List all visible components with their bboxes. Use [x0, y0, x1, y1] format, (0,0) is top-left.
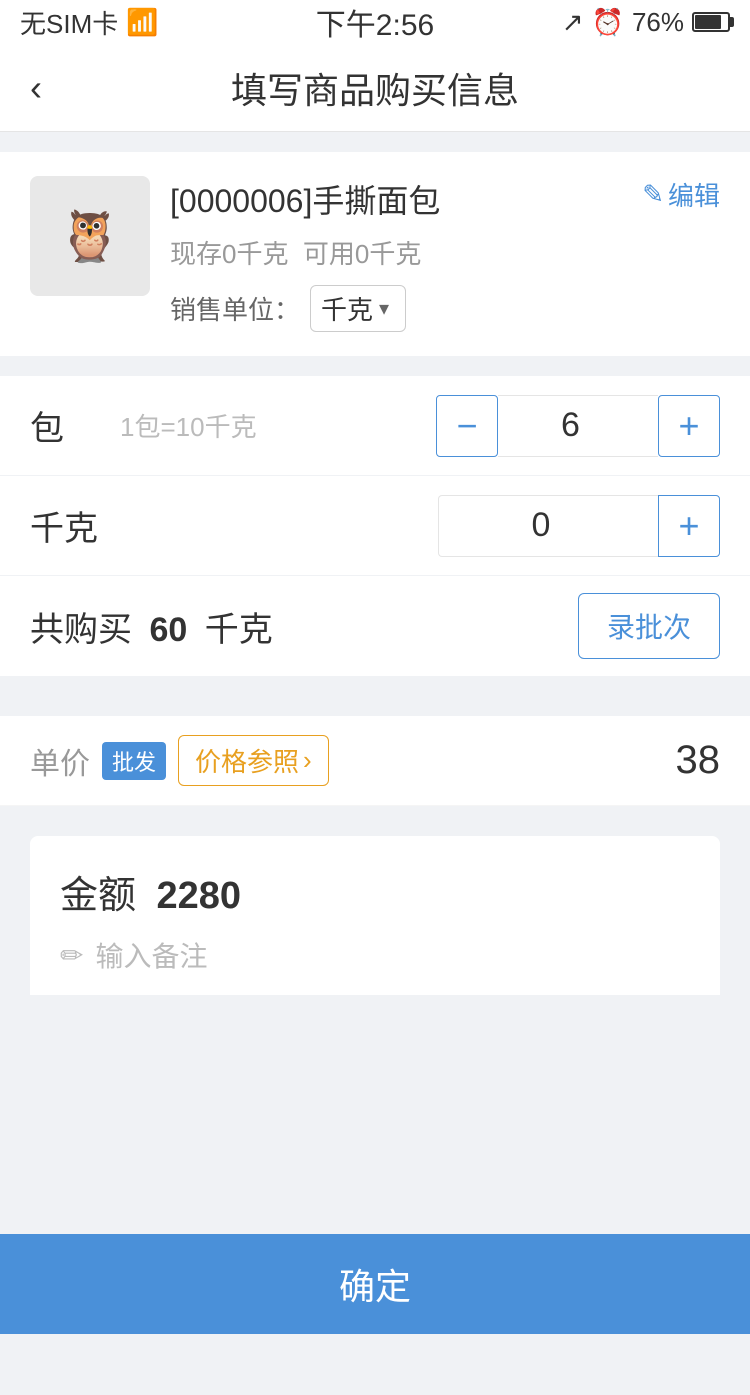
product-title: 手撕面包: [312, 183, 440, 219]
bag-decrement-button[interactable]: −: [436, 395, 498, 457]
pencil-icon: ✏: [60, 939, 83, 972]
edit-button[interactable]: ✎ 编辑: [642, 176, 720, 213]
status-left: 无SIM卡 📶: [20, 4, 159, 41]
bag-input-row: 包 1包=10千克 − +: [0, 376, 750, 476]
bag-increment-button[interactable]: +: [658, 395, 720, 457]
stock-label: 现存0千克: [170, 239, 288, 269]
remark-input[interactable]: 输入备注: [95, 935, 207, 975]
confirm-button-label: 确定: [339, 1258, 411, 1310]
product-card: 🦉 [0000006]手撕面包 现存0千克 可用0千克 销售单位： 千克 ▾ ✎…: [0, 152, 750, 356]
product-thumbnail: 🦉: [30, 176, 150, 296]
section-divider-2: [0, 676, 750, 696]
alarm-icon: ⏰: [592, 7, 624, 38]
product-unit-row: 销售单位： 千克 ▾: [170, 285, 720, 332]
chevron-down-icon: ▾: [379, 296, 389, 321]
section-divider-1: [0, 356, 750, 376]
battery-icon: [692, 12, 730, 32]
total-unit: 千克: [205, 611, 273, 649]
edit-icon: ✎: [642, 179, 664, 210]
kilogram-label: 千克: [30, 501, 110, 550]
kilogram-input-box: +: [110, 495, 720, 557]
location-icon: ↗: [562, 7, 584, 38]
kilogram-input[interactable]: [438, 495, 658, 557]
status-time: 下午2:56: [316, 0, 434, 44]
total-label: 共购买 60 千克: [30, 602, 273, 651]
wholesale-badge: 批发: [102, 742, 166, 780]
edit-label: 编辑: [668, 176, 720, 213]
battery-percent: 76%: [632, 7, 684, 38]
bag-input[interactable]: [498, 395, 658, 457]
product-image-placeholder: 🦉: [59, 207, 121, 266]
confirm-bar[interactable]: 确定: [0, 1234, 750, 1334]
unit-prefix: 销售单位：: [170, 290, 300, 327]
carrier-label: 无SIM卡: [20, 4, 118, 41]
available-label: 可用0千克: [303, 239, 421, 269]
price-row: 单价 批发 价格参照 › 38: [0, 716, 750, 806]
bag-stepper: − +: [436, 395, 720, 457]
total-row: 共购买 60 千克 录批次: [0, 576, 750, 676]
amount-display: 金额 2280: [60, 864, 690, 919]
product-code: [0000006]: [170, 183, 312, 219]
bag-hint: 1包=10千克: [120, 407, 436, 444]
remark-row: ✏ 输入备注: [60, 919, 690, 975]
amount-label: 金额: [60, 875, 136, 917]
total-prefix: 共购买: [30, 611, 132, 649]
status-bar: 无SIM卡 📶 下午2:56 ↗ ⏰ 76%: [0, 0, 750, 44]
input-section: 包 1包=10千克 − + 千克 + 共购买 60 千克 录批次: [0, 376, 750, 676]
amount-section: 金额 2280 ✏ 输入备注: [0, 806, 750, 995]
back-button[interactable]: ‹: [30, 67, 42, 109]
status-right: ↗ ⏰ 76%: [562, 7, 730, 38]
record-batch-button[interactable]: 录批次: [578, 593, 720, 659]
amount-value: 2280: [156, 875, 241, 917]
kilogram-input-row: 千克 +: [0, 476, 750, 576]
price-ref-label: 价格参照: [195, 742, 299, 779]
bag-label: 包: [30, 401, 110, 450]
price-section: 单价 批发 价格参照 › 38: [0, 716, 750, 806]
page-title: 填写商品购买信息: [231, 62, 519, 114]
total-quantity: 60: [149, 611, 187, 649]
chevron-right-icon: ›: [303, 745, 312, 776]
price-reference-button[interactable]: 价格参照 ›: [178, 735, 329, 786]
product-name: [0000006]手撕面包: [170, 176, 720, 222]
unit-select[interactable]: 千克 ▾: [310, 285, 406, 332]
main-content: 🦉 [0000006]手撕面包 现存0千克 可用0千克 销售单位： 千克 ▾ ✎…: [0, 152, 750, 1395]
product-info: [0000006]手撕面包 现存0千克 可用0千克 销售单位： 千克 ▾: [170, 176, 720, 332]
wifi-icon: 📶: [126, 7, 158, 38]
price-value: 38: [676, 738, 721, 783]
nav-bar: ‹ 填写商品购买信息: [0, 44, 750, 132]
product-stock: 现存0千克 可用0千克: [170, 234, 720, 271]
unit-value: 千克: [321, 290, 373, 327]
amount-row: 金额 2280 ✏ 输入备注: [30, 836, 720, 995]
price-label: 单价: [30, 739, 90, 783]
kilogram-increment-button[interactable]: +: [658, 495, 720, 557]
